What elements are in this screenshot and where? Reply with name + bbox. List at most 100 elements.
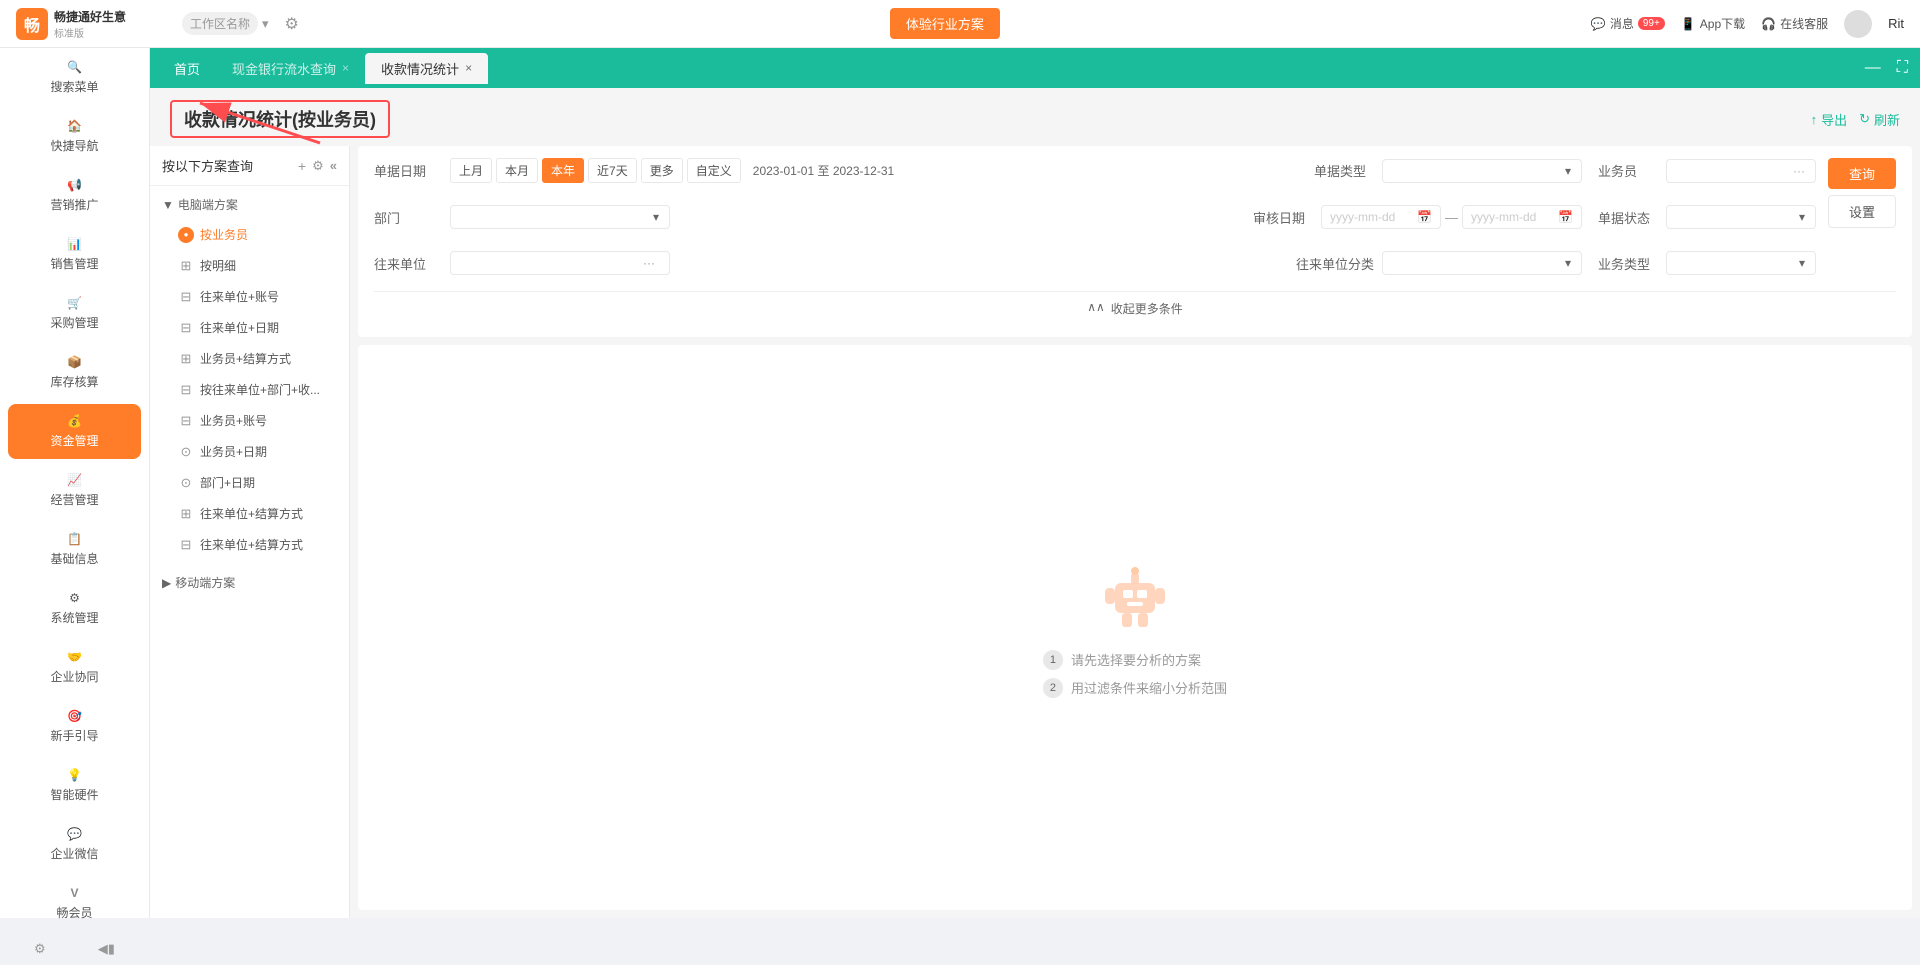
scheme-item-salesman-date[interactable]: ⊙ 业务员+日期 <box>150 436 349 467</box>
date-btn-7days[interactable]: 近7天 <box>588 158 637 183</box>
scheme-item-dept-date[interactable]: ⊙ 部门+日期 <box>150 467 349 498</box>
date-btn-this-month[interactable]: 本月 <box>496 158 538 183</box>
gear-icon[interactable]: ⚙ <box>285 14 299 34</box>
logo-text-block: 畅捷通好生意 标准版 <box>54 8 126 40</box>
workspace-dropdown-icon: ▾ <box>262 16 269 32</box>
logo-main-text: 畅捷通好生意 <box>54 8 126 25</box>
user-avatar[interactable] <box>1844 10 1872 38</box>
sidebar-item-wechat[interactable]: 💬 企业微信 <box>8 817 141 872</box>
sidebar-item-sales[interactable]: 📊 销售管理 <box>8 227 141 282</box>
export-button[interactable]: ↑ 导出 <box>1811 110 1848 129</box>
page-actions: ↑ 导出 ↻ 刷新 <box>1811 110 1900 129</box>
sidebar-item-enterprise[interactable]: 🤝 企业协同 <box>8 640 141 695</box>
query-button[interactable]: 查询 <box>1828 158 1896 189</box>
sidebar-item-membership[interactable]: V 畅会员 <box>8 876 141 931</box>
sidebar-item-operations[interactable]: 📈 经营管理 <box>8 463 141 518</box>
collapse-row[interactable]: ∧∧ 收起更多条件 <box>374 291 1896 325</box>
sidebar-item-smart-hw[interactable]: 💡 智能硬件 <box>8 758 141 813</box>
scheme-item-by-mingxi[interactable]: ⊞ 按明细 <box>150 250 349 281</box>
settings-bottom-icon[interactable]: ⚙ <box>34 941 46 957</box>
tab-home[interactable]: 首页 <box>158 53 216 84</box>
date-filter-row: 单据日期 上月 本月 本年 近7天 更多 自定义 2023-01-01 至 20… <box>374 158 1816 183</box>
doc-type-select[interactable]: ▾ <box>1382 159 1582 183</box>
query-buttons: 查询 设置 <box>1828 158 1896 228</box>
calendar-icon-start: 📅 <box>1417 210 1432 224</box>
sidebar-item-inventory[interactable]: 📦 库存核算 <box>8 345 141 400</box>
app-download-action[interactable]: 📱 App下载 <box>1681 15 1745 32</box>
date-btn-this-year[interactable]: 本年 <box>542 158 584 183</box>
scheme-sal-date-icon: ⊙ <box>178 444 194 460</box>
sidebar-item-guide[interactable]: 🎯 新手引导 <box>8 699 141 754</box>
sidebar-item-search-menu[interactable]: 🔍 搜索菜单 <box>8 50 141 105</box>
scheme-item-salesman-account[interactable]: ⊟ 业务员+账号 <box>150 405 349 436</box>
business-type-select[interactable]: ▾ <box>1666 251 1816 275</box>
date-range-display: 2023-01-01 至 2023-12-31 <box>753 162 894 179</box>
scheme-item-by-salesman[interactable]: ● 按业务员 <box>150 219 349 250</box>
scheme-settings-icon[interactable]: ⚙ <box>312 158 324 174</box>
online-service-action[interactable]: 🎧 在线客服 <box>1761 15 1828 32</box>
scheme-item-cp-dept-label: 按往来单位+部门+收... <box>200 381 320 398</box>
date-btn-more[interactable]: 更多 <box>641 158 683 183</box>
export-icon: ↑ <box>1811 112 1818 127</box>
cp-category-select[interactable]: ▾ <box>1382 251 1582 275</box>
scheme-group-desktop-header[interactable]: ▼ 电脑端方案 <box>150 190 349 219</box>
counterparty-more-dots[interactable]: ··· <box>639 256 659 270</box>
wechat-icon: 💬 <box>67 827 82 841</box>
inventory-icon: 📦 <box>67 355 82 369</box>
sidebar: 🔍 搜索菜单 🏠 快捷导航 📢 营销推广 📊 销售管理 🛒 采购管理 📦 库存核… <box>0 48 150 918</box>
doc-status-select[interactable]: ▾ <box>1666 205 1816 229</box>
sidebar-bottom: ⚙ ◀▮ <box>0 933 149 965</box>
finance-icon: 💰 <box>67 414 82 428</box>
scheme-item-counterparty-dept-collect[interactable]: ⊟ 按往来单位+部门+收... <box>150 374 349 405</box>
workspace-dropdown[interactable]: 工作区名称 ▾ <box>174 8 277 39</box>
scheme-group-mobile-header[interactable]: ▶ 移动端方案 <box>150 568 349 597</box>
sidebar-item-system[interactable]: ⚙ 系统管理 <box>8 581 141 636</box>
tab-collection-stat[interactable]: 收款情况统计 × <box>365 53 488 84</box>
salesman-select[interactable]: ··· <box>1666 159 1816 183</box>
scheme-panel-header: 按以下方案查询 + ⚙ « <box>150 146 349 186</box>
counterparty-input[interactable]: ··· <box>450 251 670 275</box>
refresh-button[interactable]: ↻ 刷新 <box>1859 110 1900 129</box>
sidebar-item-basic-info[interactable]: 📋 基础信息 <box>8 522 141 577</box>
scheme-item-counterparty-account[interactable]: ⊟ 往来单位+账号 <box>150 281 349 312</box>
tab-bar-right: — ⛶ <box>1861 55 1912 81</box>
settings-button[interactable]: 设置 <box>1828 195 1896 228</box>
page-title: 收款情况统计(按业务员) <box>170 100 390 138</box>
scheme-collapse-icon[interactable]: « <box>330 158 337 173</box>
date-btn-last-month[interactable]: 上月 <box>450 158 492 183</box>
scheme-item-counterparty-settlement1[interactable]: ⊞ 往来单位+结算方式 <box>150 498 349 529</box>
tab-maximize-icon[interactable]: ⛶ <box>1893 55 1912 81</box>
messages-action[interactable]: 💬 消息 99+ <box>1591 15 1665 32</box>
scheme-add-icon[interactable]: + <box>298 158 306 174</box>
trial-button[interactable]: 体验行业方案 <box>890 8 1000 39</box>
tab-bank-flow[interactable]: 现金银行流水查询 × <box>216 53 365 84</box>
scheme-active-dot: ● <box>178 227 194 243</box>
collapse-sidebar-icon[interactable]: ◀▮ <box>98 941 115 957</box>
date-btn-custom[interactable]: 自定义 <box>687 158 741 183</box>
sidebar-label-finance: 资金管理 <box>50 432 98 449</box>
sidebar-item-purchase[interactable]: 🛒 采购管理 <box>8 286 141 341</box>
audit-date-end[interactable]: yyyy-mm-dd 📅 <box>1462 205 1582 229</box>
scheme-group-desktop: ▼ 电脑端方案 ● 按业务员 ⊞ 按明细 <box>150 186 349 564</box>
scheme-group-desktop-label: 电脑端方案 <box>178 196 238 213</box>
tab-bank-flow-close[interactable]: × <box>342 61 349 75</box>
audit-date-start[interactable]: yyyy-mm-dd 📅 <box>1321 205 1441 229</box>
scheme-item-salesman-label: 按业务员 <box>200 226 248 243</box>
tab-collection-stat-close[interactable]: × <box>465 61 472 75</box>
sidebar-label-guide: 新手引导 <box>50 727 98 744</box>
top-header: 畅 畅捷通好生意 标准版 工作区名称 ▾ ⚙ 体验行业方案 💬 消息 99+ 📱… <box>0 0 1920 48</box>
dept-select[interactable]: ▾ <box>450 205 670 229</box>
sidebar-item-quick-nav[interactable]: 🏠 快捷导航 <box>8 109 141 164</box>
scheme-cp-settle1-icon: ⊞ <box>178 506 194 522</box>
sidebar-label-quicknav: 快捷导航 <box>50 137 98 154</box>
scheme-item-cp-account-label: 往来单位+账号 <box>200 288 279 305</box>
tab-minimize-icon[interactable]: — <box>1861 55 1885 81</box>
scheme-item-counterparty-date[interactable]: ⊟ 往来单位+日期 <box>150 312 349 343</box>
sidebar-item-marketing[interactable]: 📢 营销推广 <box>8 168 141 223</box>
date-filter-label: 单据日期 <box>374 161 434 180</box>
sidebar-item-finance[interactable]: 💰 资金管理 <box>8 404 141 459</box>
sidebar-label-purchase: 采购管理 <box>50 314 98 331</box>
scheme-item-salesman-settlement[interactable]: ⊞ 业务员+结算方式 <box>150 343 349 374</box>
scheme-item-counterparty-settlement2[interactable]: ⊟ 往来单位+结算方式 <box>150 529 349 560</box>
refresh-label: 刷新 <box>1874 110 1900 129</box>
